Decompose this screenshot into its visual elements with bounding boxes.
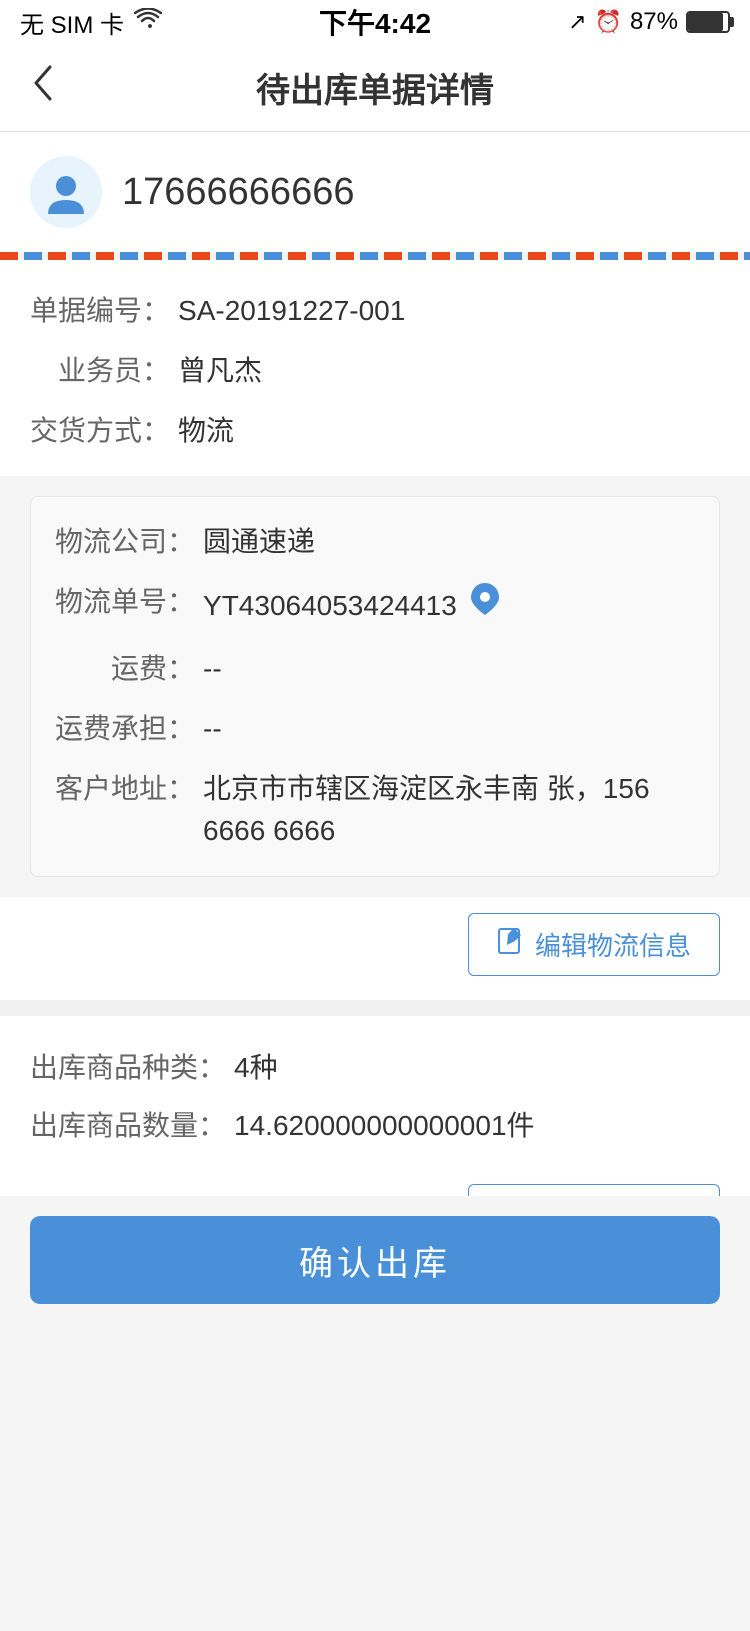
user-section: 17666666666 [0, 132, 750, 252]
freight-label: 运费： [55, 648, 195, 690]
goods-types-row: 出库商品种类： 4种 [30, 1046, 720, 1086]
goods-quantity-label: 出库商品数量： [30, 1104, 226, 1144]
avatar [30, 156, 102, 228]
battery-icon [686, 11, 730, 33]
wifi-icon [134, 8, 162, 37]
nav-bar: 待出库单据详情 [0, 44, 750, 132]
section-divider [0, 1000, 750, 1016]
status-left: 无 SIM 卡 [20, 5, 162, 40]
salesman-row: 业务员： 曾凡杰 [30, 350, 720, 392]
order-info-section: 单据编号： SA-20191227-001 业务员： 曾凡杰 交货方式： 物流 [0, 260, 750, 476]
edit-logistics-section: 编辑物流信息 [0, 897, 750, 1000]
status-time: 下午4:42 [319, 2, 431, 42]
confirm-btn-wrap: 确认出库 [0, 1196, 750, 1334]
tracking-label: 物流单号： [55, 581, 195, 623]
alarm-icon: ⏰ [595, 9, 622, 35]
order-number-value: SA-20191227-001 [178, 290, 720, 332]
goods-types-label: 出库商品种类： [30, 1046, 226, 1086]
edit-logistics-label: 编辑物流信息 [535, 926, 691, 963]
freight-row: 运费： -- [55, 648, 695, 690]
address-value: 北京市市辖区海淀区永丰南 张，156 6666 6666 [203, 768, 695, 852]
delivery-row: 交货方式： 物流 [30, 410, 720, 452]
tracking-number: YT43064053424413 [203, 585, 457, 627]
logistics-company-label: 物流公司： [55, 521, 195, 563]
logistics-company-value: 圆通速递 [203, 521, 695, 563]
page-title: 待出库单据详情 [256, 63, 494, 112]
freight-value: -- [203, 648, 695, 690]
status-right: ↗ ⏰ 87% [568, 8, 730, 36]
battery-percent: 87% [630, 8, 678, 36]
goods-types-value: 4种 [234, 1046, 720, 1086]
logistics-card: 物流公司： 圆通速递 物流单号： YT43064053424413 运费： --… [30, 496, 720, 877]
status-bar: 无 SIM 卡 下午4:42 ↗ ⏰ 87% [0, 0, 750, 44]
dashed-divider [0, 252, 750, 260]
goods-section: 出库商品种类： 4种 出库商品数量： 14.620000000000001件 [0, 1016, 750, 1168]
edit-icon [497, 927, 525, 962]
tracking-location-icon[interactable] [469, 581, 501, 630]
order-number-label: 单据编号： [30, 290, 170, 332]
location-status-icon: ↗ [568, 9, 586, 35]
carrier-text: 无 SIM 卡 [20, 5, 124, 40]
back-button[interactable] [30, 63, 54, 112]
tracking-value-wrap: YT43064053424413 [203, 581, 695, 630]
delivery-value: 物流 [178, 410, 720, 452]
freight-bearer-row: 运费承担： -- [55, 708, 695, 750]
address-label: 客户地址： [55, 768, 195, 810]
goods-quantity-row: 出库商品数量： 14.620000000000001件 [30, 1104, 720, 1144]
goods-quantity-value: 14.620000000000001件 [234, 1104, 720, 1144]
tracking-row: 物流单号： YT43064053424413 [55, 581, 695, 630]
user-phone: 17666666666 [122, 171, 354, 214]
logistics-company-row: 物流公司： 圆通速递 [55, 521, 695, 563]
freight-bearer-label: 运费承担： [55, 708, 195, 750]
order-number-row: 单据编号： SA-20191227-001 [30, 290, 720, 332]
salesman-label: 业务员： [30, 350, 170, 392]
delivery-label: 交货方式： [30, 410, 170, 452]
confirm-outbound-button[interactable]: 确认出库 [30, 1216, 720, 1304]
edit-logistics-button[interactable]: 编辑物流信息 [468, 913, 720, 976]
main-content: 17666666666 单据编号： SA-20191227-001 业务员： 曾… [0, 132, 750, 1631]
address-row: 客户地址： 北京市市辖区海淀区永丰南 张，156 6666 6666 [55, 768, 695, 852]
freight-bearer-value: -- [203, 708, 695, 750]
salesman-value: 曾凡杰 [178, 350, 720, 392]
